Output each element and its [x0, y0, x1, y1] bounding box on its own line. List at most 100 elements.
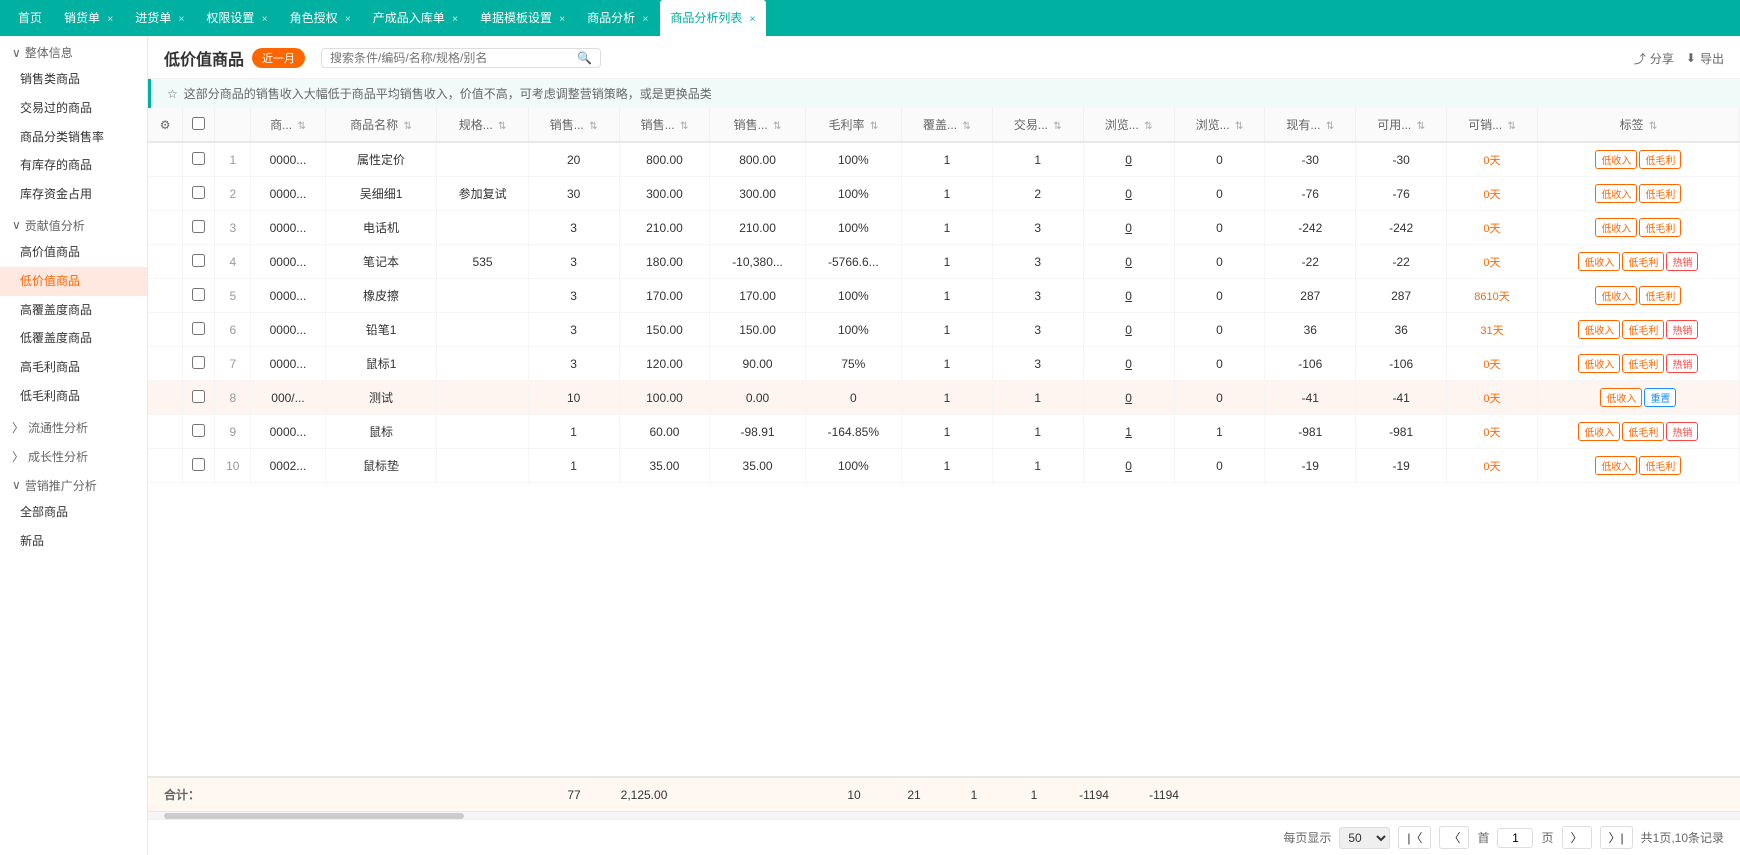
col-trade[interactable]: 交易... ⇅ — [992, 108, 1083, 142]
cell-browse1[interactable]: 0 — [1083, 347, 1174, 381]
browse-link[interactable]: 0 — [1125, 289, 1132, 303]
col-browse1[interactable]: 浏览... ⇅ — [1083, 108, 1174, 142]
search-input[interactable] — [330, 51, 577, 65]
cell-sale2: 60.00 — [619, 415, 710, 449]
cell-checkbox[interactable] — [183, 449, 215, 483]
search-icon[interactable]: 🔍 — [577, 51, 592, 65]
col-sellable[interactable]: 可销... ⇅ — [1447, 108, 1538, 142]
cell-name: 鼠标垫 — [325, 449, 437, 483]
cell-browse1[interactable]: 1 — [1083, 415, 1174, 449]
cell-browse1[interactable]: 0 — [1083, 142, 1174, 177]
col-checkbox-all[interactable] — [183, 108, 215, 142]
first-page-button[interactable]: |〈 — [1398, 826, 1431, 849]
nav-role[interactable]: 角色授权 × — [280, 0, 361, 36]
col-tags[interactable]: 标签 ⇅ — [1537, 108, 1739, 142]
sidebar-item-low-margin[interactable]: 低毛利商品 — [0, 382, 147, 411]
browse-link[interactable]: 0 — [1125, 153, 1132, 167]
prev-page-button[interactable]: 〈 — [1439, 826, 1469, 849]
browse-link[interactable]: 0 — [1125, 391, 1132, 405]
cell-browse1[interactable]: 0 — [1083, 245, 1174, 279]
sidebar-item-stock-goods[interactable]: 有库存的商品 — [0, 151, 147, 180]
cell-checkbox[interactable] — [183, 177, 215, 211]
cell-browse1[interactable]: 0 — [1083, 211, 1174, 245]
cell-spec — [437, 381, 528, 415]
cell-browse1[interactable]: 0 — [1083, 313, 1174, 347]
nav-home[interactable]: 首页 — [8, 0, 52, 36]
cell-checkbox[interactable] — [183, 381, 215, 415]
filter-recent-month[interactable]: 近一月 — [252, 48, 305, 68]
cell-checkbox[interactable] — [183, 347, 215, 381]
page-size-select[interactable]: 50 100 — [1339, 827, 1390, 849]
sidebar-item-traded-goods[interactable]: 交易过的商品 — [0, 94, 147, 123]
cell-spec — [437, 313, 528, 347]
sidebar-item-stock-funds[interactable]: 库存资金占用 — [0, 180, 147, 209]
cell-checkbox[interactable] — [183, 211, 215, 245]
tag-热销: 热销 — [1666, 252, 1698, 271]
browse-link[interactable]: 0 — [1125, 255, 1132, 269]
nav-analysis[interactable]: 商品分析 × — [577, 0, 658, 36]
nav-analysis-list[interactable]: 商品分析列表 × — [660, 0, 765, 36]
nav-purchase[interactable]: 进货单 × — [125, 0, 194, 36]
browse-link[interactable]: 1 — [1125, 425, 1132, 439]
browse-link[interactable]: 0 — [1125, 187, 1132, 201]
nav-product-in[interactable]: 产成品入库单 × — [363, 0, 468, 36]
col-browse2[interactable]: 浏览... ⇅ — [1174, 108, 1265, 142]
nav-permission[interactable]: 权限设置 × — [196, 0, 277, 36]
cell-num: 10 — [215, 449, 251, 483]
page-number-input[interactable] — [1497, 828, 1533, 848]
col-code[interactable]: 商... ⇅ — [251, 108, 325, 142]
col-spec[interactable]: 规格... ⇅ — [437, 108, 528, 142]
next-page-button[interactable]: 〉 — [1562, 826, 1592, 849]
sidebar-item-high-margin[interactable]: 高毛利商品 — [0, 353, 147, 382]
table-row: 4 0000... 笔记本 535 3 180.00 -10,380... -5… — [148, 245, 1740, 279]
browse-link[interactable]: 0 — [1125, 221, 1132, 235]
cell-settings — [148, 415, 183, 449]
cell-trade: 3 — [992, 211, 1083, 245]
tag-低毛利: 低毛利 — [1639, 456, 1681, 475]
col-settings[interactable]: ⚙ — [148, 108, 183, 142]
col-sale3[interactable]: 销售... ⇅ — [710, 108, 805, 142]
cell-trade: 2 — [992, 177, 1083, 211]
browse-link[interactable]: 0 — [1125, 459, 1132, 473]
col-margin[interactable]: 毛利率 ⇅ — [805, 108, 901, 142]
last-page-button[interactable]: 〉| — [1600, 826, 1633, 849]
horizontal-scrollbar[interactable] — [148, 811, 1740, 819]
cell-stock2: -22 — [1356, 245, 1447, 279]
cell-checkbox[interactable] — [183, 415, 215, 449]
tag-低收入: 低收入 — [1578, 320, 1620, 339]
cell-num: 8 — [215, 381, 251, 415]
sidebar-item-low-value[interactable]: 低价值商品 — [0, 267, 147, 296]
cell-checkbox[interactable] — [183, 313, 215, 347]
cell-sale1: 20 — [528, 142, 619, 177]
col-sale2[interactable]: 销售... ⇅ — [619, 108, 710, 142]
cell-browse1[interactable]: 0 — [1083, 177, 1174, 211]
browse-link[interactable]: 0 — [1125, 323, 1132, 337]
table-container[interactable]: ⚙ 商... ⇅ 商品名称 ⇅ 规格... ⇅ 销售... ⇅ 销售... ⇅ … — [148, 108, 1740, 776]
col-name[interactable]: 商品名称 ⇅ — [325, 108, 437, 142]
col-stock2[interactable]: 可用... ⇅ — [1356, 108, 1447, 142]
sidebar-item-sales-goods[interactable]: 销售类商品 — [0, 65, 147, 94]
col-coverage[interactable]: 覆盖... ⇅ — [901, 108, 992, 142]
sidebar-item-new-goods[interactable]: 新品 — [0, 527, 147, 556]
sidebar-item-low-coverage[interactable]: 低覆盖度商品 — [0, 324, 147, 353]
cell-browse1[interactable]: 0 — [1083, 381, 1174, 415]
cell-stock2: -106 — [1356, 347, 1447, 381]
cell-browse1[interactable]: 0 — [1083, 279, 1174, 313]
col-sale1[interactable]: 销售... ⇅ — [528, 108, 619, 142]
nav-template[interactable]: 单据模板设置 × — [470, 0, 575, 36]
cell-checkbox[interactable] — [183, 279, 215, 313]
col-stock1[interactable]: 现有... ⇅ — [1265, 108, 1356, 142]
sidebar-item-high-value[interactable]: 高价值商品 — [0, 238, 147, 267]
cell-stock1: -106 — [1265, 347, 1356, 381]
cell-checkbox[interactable] — [183, 142, 215, 177]
sidebar-item-all-goods[interactable]: 全部商品 — [0, 498, 147, 527]
browse-link[interactable]: 0 — [1125, 357, 1132, 371]
nav-sales[interactable]: 销货单 × — [54, 0, 123, 36]
sidebar-item-high-coverage[interactable]: 高覆盖度商品 — [0, 296, 147, 325]
cell-checkbox[interactable] — [183, 245, 215, 279]
export-button[interactable]: ⬇ 导出 — [1686, 50, 1724, 67]
share-button[interactable]: ⤴ 分享 — [1634, 50, 1674, 67]
sidebar-item-category-sales[interactable]: 商品分类销售率 — [0, 123, 147, 152]
cell-spec — [437, 347, 528, 381]
cell-browse1[interactable]: 0 — [1083, 449, 1174, 483]
